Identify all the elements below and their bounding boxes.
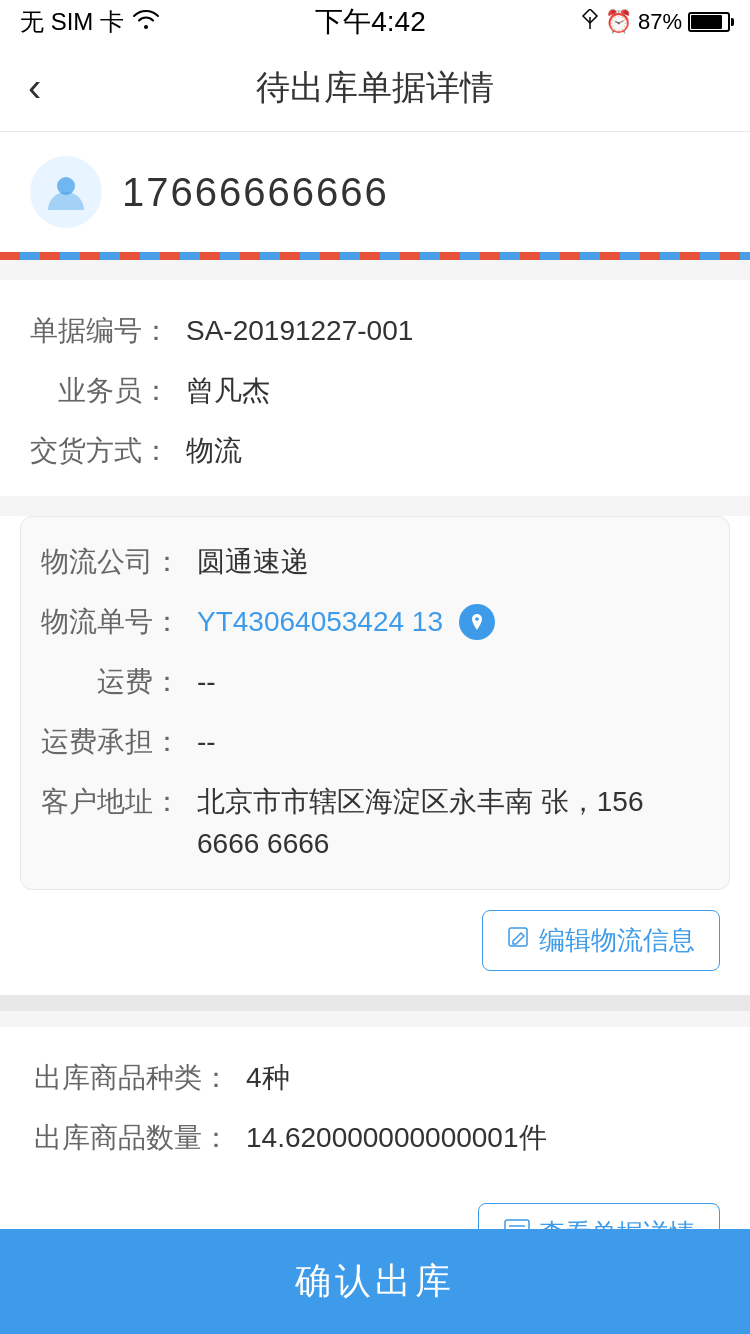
status-right: ⏰ 87% (581, 9, 730, 35)
page-title: 待出库单据详情 (256, 65, 494, 111)
order-no-label: 单据编号： (30, 310, 170, 352)
goods-section: 出库商品种类： 4种 出库商品数量： 14.620000000000001件 (0, 1027, 750, 1183)
back-button[interactable]: ‹ (28, 65, 41, 110)
customer-phone: 17666666666 (122, 170, 389, 215)
battery-icon (688, 12, 730, 32)
location-icon (581, 9, 599, 35)
freight-value: -- (197, 661, 709, 703)
tracking-location-button[interactable] (459, 604, 495, 640)
edit-logistics-button[interactable]: 编辑物流信息 (482, 910, 720, 971)
carrier-label: 无 SIM 卡 (20, 6, 124, 38)
section-divider (0, 995, 750, 1011)
goods-qty-row: 出库商品数量： 14.620000000000001件 (30, 1117, 720, 1159)
tracking-label: 物流单号： (41, 601, 181, 643)
goods-types-row: 出库商品种类： 4种 (30, 1057, 720, 1099)
salesman-value: 曾凡杰 (186, 370, 720, 412)
freight-bearer-row: 运费承担： -- (41, 721, 709, 763)
salesman-label: 业务员： (30, 370, 170, 412)
delivery-label: 交货方式： (30, 430, 170, 472)
address-value: 北京市市辖区海淀区永丰南 张，156 6666 6666 (197, 781, 709, 865)
delivery-row: 交货方式： 物流 (30, 430, 720, 472)
freight-label: 运费： (41, 661, 181, 703)
status-bar: 无 SIM 卡 下午4:42 ⏰ 87% (0, 0, 750, 44)
delivery-value: 物流 (186, 430, 720, 472)
freight-bearer-label: 运费承担： (41, 721, 181, 763)
section-spacer-1 (0, 260, 750, 280)
goods-types-value: 4种 (246, 1057, 720, 1099)
battery-label: 87% (638, 9, 682, 35)
logistics-card: 物流公司： 圆通速递 物流单号： YT43064053424 13 运费： -- (20, 516, 730, 890)
order-no-row: 单据编号： SA-20191227-001 (30, 310, 720, 352)
company-row: 物流公司： 圆通速递 (41, 541, 709, 583)
address-row: 客户地址： 北京市市辖区海淀区永丰南 张，156 6666 6666 (41, 781, 709, 865)
confirm-button-label: 确认出库 (295, 1257, 455, 1306)
confirm-button[interactable]: 确认出库 (0, 1229, 750, 1334)
edit-logistics-label: 编辑物流信息 (539, 923, 695, 958)
company-label: 物流公司： (41, 541, 181, 583)
nav-bar: ‹ 待出库单据详情 (0, 44, 750, 132)
avatar (30, 156, 102, 228)
edit-icon (507, 926, 531, 956)
goods-qty-value: 14.620000000000001件 (246, 1117, 720, 1159)
tracking-row: 物流单号： YT43064053424 13 (41, 601, 709, 643)
status-time: 下午4:42 (315, 3, 426, 41)
wifi-icon (132, 9, 160, 35)
company-value: 圆通速递 (197, 541, 709, 583)
customer-header: 17666666666 (0, 132, 750, 252)
alarm-icon: ⏰ (605, 9, 632, 35)
status-left: 无 SIM 卡 (20, 6, 160, 38)
address-label: 客户地址： (41, 781, 181, 823)
goods-types-label: 出库商品种类： (30, 1057, 230, 1099)
freight-row: 运费： -- (41, 661, 709, 703)
order-info-section: 单据编号： SA-20191227-001 业务员： 曾凡杰 交货方式： 物流 (0, 280, 750, 496)
edit-btn-row: 编辑物流信息 (0, 890, 750, 995)
goods-qty-label: 出库商品数量： (30, 1117, 230, 1159)
freight-bearer-value: -- (197, 721, 709, 763)
salesman-row: 业务员： 曾凡杰 (30, 370, 720, 412)
tracking-value: YT43064053424 13 (197, 601, 443, 643)
dashed-divider (0, 252, 750, 260)
order-no-value: SA-20191227-001 (186, 310, 720, 352)
